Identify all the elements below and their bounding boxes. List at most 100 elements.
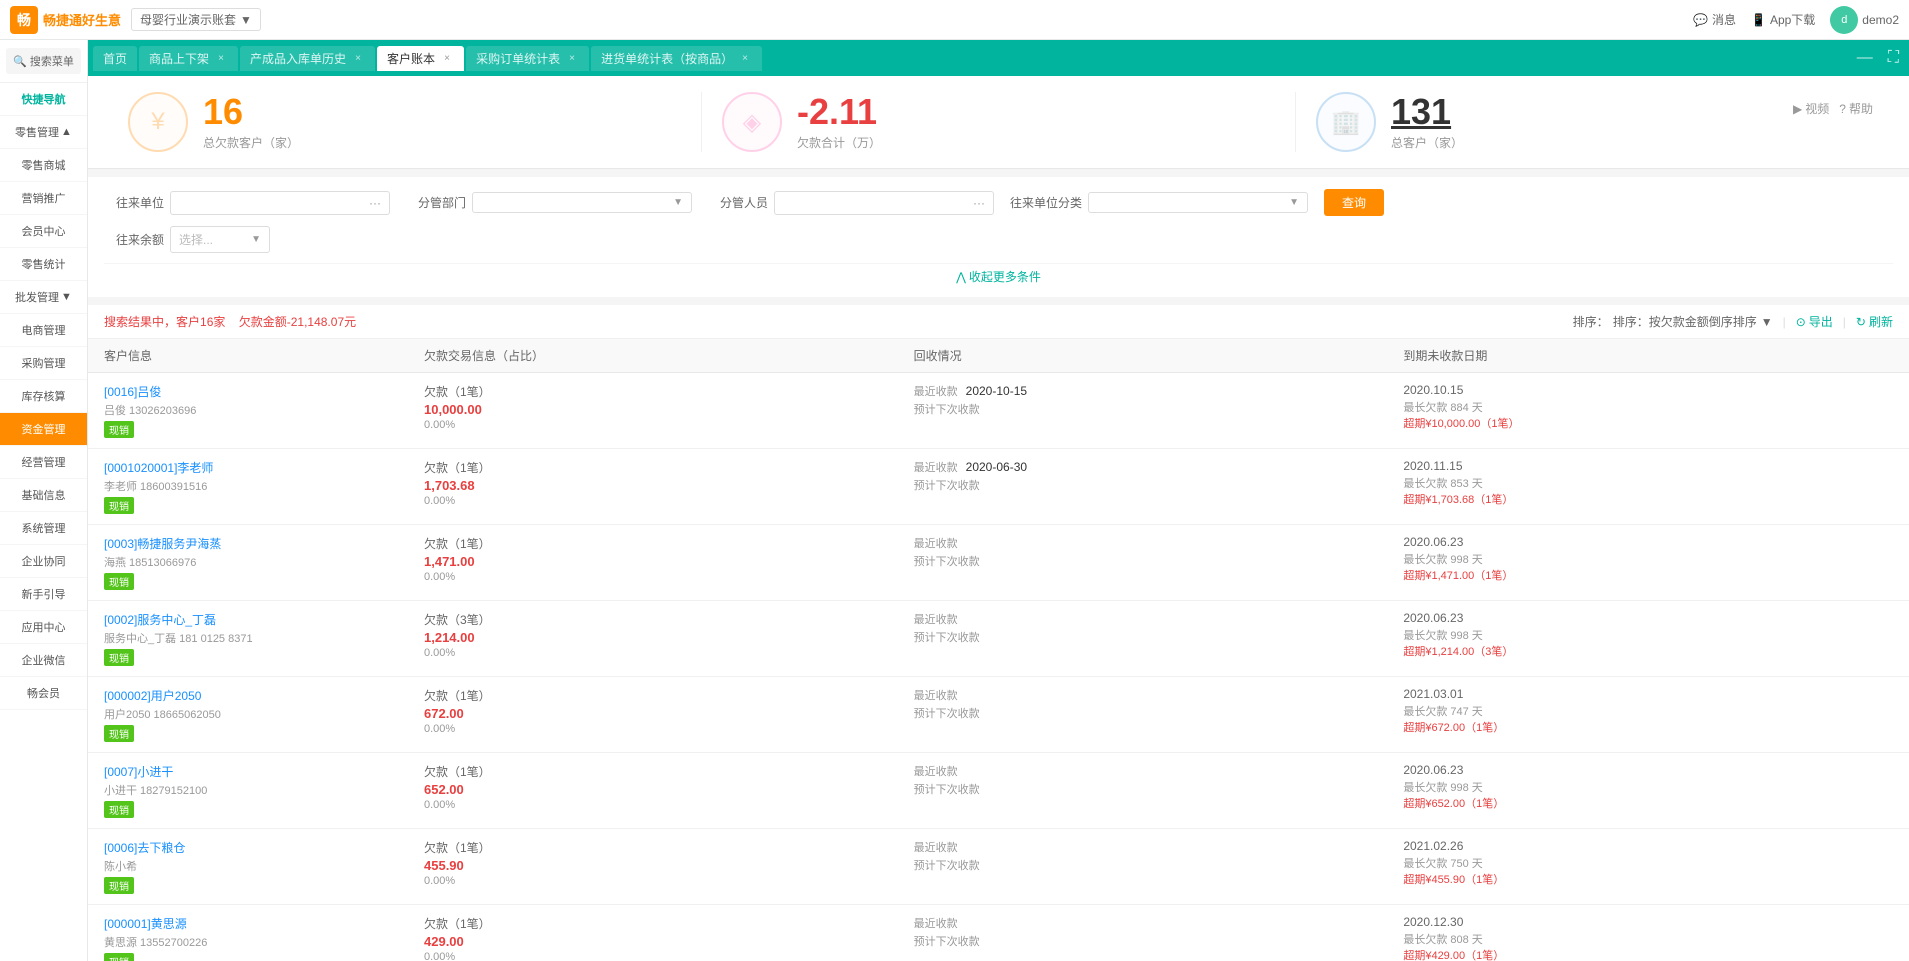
customer-name-6[interactable]: 去下粮仓 (137, 841, 185, 855)
customer-name-5[interactable]: 小进干 (137, 765, 173, 779)
top-bar: 畅 畅捷通好生意 母婴行业演示账套 ▼ 💬 消息 📱 App下载 d demo2 (0, 0, 1909, 40)
next-collection-6: 预计下次收款 (914, 857, 1404, 873)
customer-cell-1: [0001020001]李老师 李老师 18600391516 现销 (104, 459, 424, 514)
sidebar-item-new-guide[interactable]: 新手引导 (0, 578, 87, 611)
customer-name-7[interactable]: 黄思源 (151, 917, 187, 931)
dept-select[interactable]: ▼ (472, 192, 692, 213)
sidebar-item-operation[interactable]: 经营管理 (0, 446, 87, 479)
overdue-cell-5: 2020.06.23 最长欠款 998 天 超期¥652.00（1笔） (1403, 763, 1893, 811)
customer-tag-3: 现销 (104, 649, 134, 666)
customer-tag-5: 现销 (104, 801, 134, 818)
overdue-cell-0: 2020.10.15 最长欠款 884 天 超期¥10,000.00（1笔） (1403, 383, 1893, 431)
customer-name-1[interactable]: 李老师 (177, 461, 213, 475)
customer-name-4[interactable]: 用户2050 (151, 689, 202, 703)
tab-product-history[interactable]: 产成品入库单历史 × (240, 46, 375, 71)
unit-type-select[interactable]: ▼ (1088, 192, 1308, 213)
app-download-btn[interactable]: 📱 App下载 (1751, 11, 1815, 28)
tab-close-purchase-summary[interactable]: × (565, 51, 579, 65)
sidebar-item-enterprise-wx[interactable]: 企业微信 (0, 644, 87, 677)
store-selector[interactable]: 母婴行业演示账套 ▼ (131, 8, 261, 31)
sidebar-item-member[interactable]: 会员中心 (0, 215, 87, 248)
recovery-cell-3: 最近收款 预计下次收款 (914, 611, 1404, 645)
next-collection-4: 预计下次收款 (914, 705, 1404, 721)
customer-tag-0: 现销 (104, 421, 134, 438)
sidebar-item-marketing[interactable]: 营销推广 (0, 182, 87, 215)
tab-close-customer-account[interactable]: × (440, 51, 454, 65)
sidebar-item-basic-info[interactable]: 基础信息 (0, 479, 87, 512)
sidebar-item-system[interactable]: 系统管理 (0, 512, 87, 545)
sidebar-item-app-center[interactable]: 应用中心 (0, 611, 87, 644)
customer-tag-6: 现销 (104, 877, 134, 894)
tab-customer-account[interactable]: 客户账本 × (377, 46, 464, 71)
sidebar-item-vip-member[interactable]: 畅会员 (0, 677, 87, 710)
customer-phone-1: 李老师 18600391516 (104, 478, 424, 494)
customer-name-2[interactable]: 畅捷服务尹海蒸 (137, 537, 221, 551)
results-summary: 搜索结果中，客户16家 欠款金额-21,148.07元 (104, 313, 356, 330)
recovery-cell-0: 最近收款 2020-10-15 预计下次收款 (914, 383, 1404, 417)
collapse-btn[interactable]: ⋀ 收起更多条件 (104, 263, 1893, 289)
sidebar-item-finance[interactable]: 资金管理 (0, 413, 87, 446)
tab-minimize-btn[interactable]: — (1852, 47, 1878, 69)
tab-expand-btn[interactable]: ⛶ (1883, 47, 1904, 69)
due-date-3: 2020.06.23 (1403, 611, 1893, 625)
sidebar-item-retail-mall[interactable]: 零售商城 (0, 149, 87, 182)
customer-name-0[interactable]: 吕俊 (137, 385, 161, 399)
overdue-amount-2[interactable]: 超期¥1,471.00（1笔） (1403, 567, 1893, 583)
overdue-cell-1: 2020.11.15 最长欠款 853 天 超期¥1,703.68（1笔） (1403, 459, 1893, 507)
export-btn[interactable]: ⊙导出 (1796, 313, 1833, 330)
sort-select[interactable]: 排序： 排序：按欠款金额倒序排序 ▼ (1573, 313, 1773, 330)
video-link[interactable]: ▶视频 (1793, 100, 1829, 117)
tab-product-listing[interactable]: 商品上下架 × (139, 46, 238, 71)
sidebar-item-retail-manage[interactable]: 零售管理▲ (0, 116, 87, 149)
sidebar-item-enterprise-coop[interactable]: 企业协同 (0, 545, 87, 578)
overdue-amount-1[interactable]: 超期¥1,703.68（1笔） (1403, 491, 1893, 507)
help-link[interactable]: ?帮助 (1839, 100, 1873, 117)
refresh-btn[interactable]: ↻刷新 (1856, 313, 1893, 330)
search-button[interactable]: 查询 (1324, 189, 1384, 216)
search-menu-btn[interactable]: 🔍 搜索菜单 (6, 48, 81, 74)
from-unit-label: 往来单位 (104, 194, 164, 211)
recovery-label-0: 最近收款 (914, 383, 958, 399)
max-days-6: 最长欠款 750 天 (1403, 855, 1893, 871)
sidebar-item-ecommerce[interactable]: 电商管理 (0, 314, 87, 347)
tab-close-product-listing[interactable]: × (214, 51, 228, 65)
next-collection-0: 预计下次收款 (914, 401, 1404, 417)
sidebar-item-purchase[interactable]: 采购管理 (0, 347, 87, 380)
sidebar-item-batch-manage[interactable]: 批发管理▼ (0, 281, 87, 314)
sidebar-item-retail-stats[interactable]: 零售统计 (0, 248, 87, 281)
tab-close-purchase-stats[interactable]: × (738, 51, 752, 65)
tab-purchase-stats[interactable]: 进货单统计表（按商品） × (591, 46, 762, 71)
overdue-amount-4[interactable]: 超期¥672.00（1笔） (1403, 719, 1893, 735)
stat-card-total-customers: 🏢 131 总客户（家） ▶视频 ?帮助 (1296, 92, 1889, 152)
recovery-cell-4: 最近收款 预计下次收款 (914, 687, 1404, 721)
from-unit-input[interactable]: ··· (170, 191, 390, 215)
tab-home[interactable]: 首页 (93, 46, 137, 71)
store-name: 母婴行业演示账套 (140, 11, 236, 28)
debt-cell-6: 欠款（1笔） 455.90 0.00% (424, 839, 914, 887)
overdue-amount-5[interactable]: 超期¥652.00（1笔） (1403, 795, 1893, 811)
overdue-amount-6[interactable]: 超期¥455.90（1笔） (1403, 871, 1893, 887)
tab-close-product-history[interactable]: × (351, 51, 365, 65)
sidebar-item-inventory[interactable]: 库存核算 (0, 380, 87, 413)
tab-purchase-summary[interactable]: 采购订单统计表 × (466, 46, 589, 71)
customer-cell-4: [000002]用户2050 用户2050 18665062050 现销 (104, 687, 424, 742)
overdue-amount-7[interactable]: 超期¥429.00（1笔） (1403, 947, 1893, 961)
overdue-amount-3[interactable]: 超期¥1,214.00（3笔） (1403, 643, 1893, 659)
dropdown-arrow: ▼ (240, 13, 252, 27)
table-row: [0007]小进干 小进干 18279152100 现销 欠款（1笔） 652.… (88, 753, 1909, 829)
table-row: [0001020001]李老师 李老师 18600391516 现销 欠款（1笔… (88, 449, 1909, 525)
overdue-amount-0[interactable]: 超期¥10,000.00（1笔） (1403, 415, 1893, 431)
customer-name-3[interactable]: 服务中心_丁磊 (137, 613, 216, 627)
user-avatar[interactable]: d demo2 (1830, 6, 1899, 34)
sidebar-item-quick-nav[interactable]: 快捷导航 (0, 83, 87, 116)
debt-percent-1: 0.00% (424, 495, 914, 507)
debt-count-1: 欠款（1笔） (424, 459, 914, 476)
unit-type-label: 往来单位分类 (1010, 194, 1082, 211)
phone-icon: 📱 (1751, 13, 1766, 27)
balance-label: 往来余额 (104, 231, 164, 248)
recovery-label-3: 最近收款 (914, 611, 958, 627)
manager-input[interactable]: ··· (774, 191, 994, 215)
stat-card-debt-customers: ¥ 16 总欠款客户（家） (108, 92, 702, 152)
balance-select[interactable]: 选择... ▼ (170, 226, 270, 253)
message-btn[interactable]: 💬 消息 (1693, 11, 1736, 28)
